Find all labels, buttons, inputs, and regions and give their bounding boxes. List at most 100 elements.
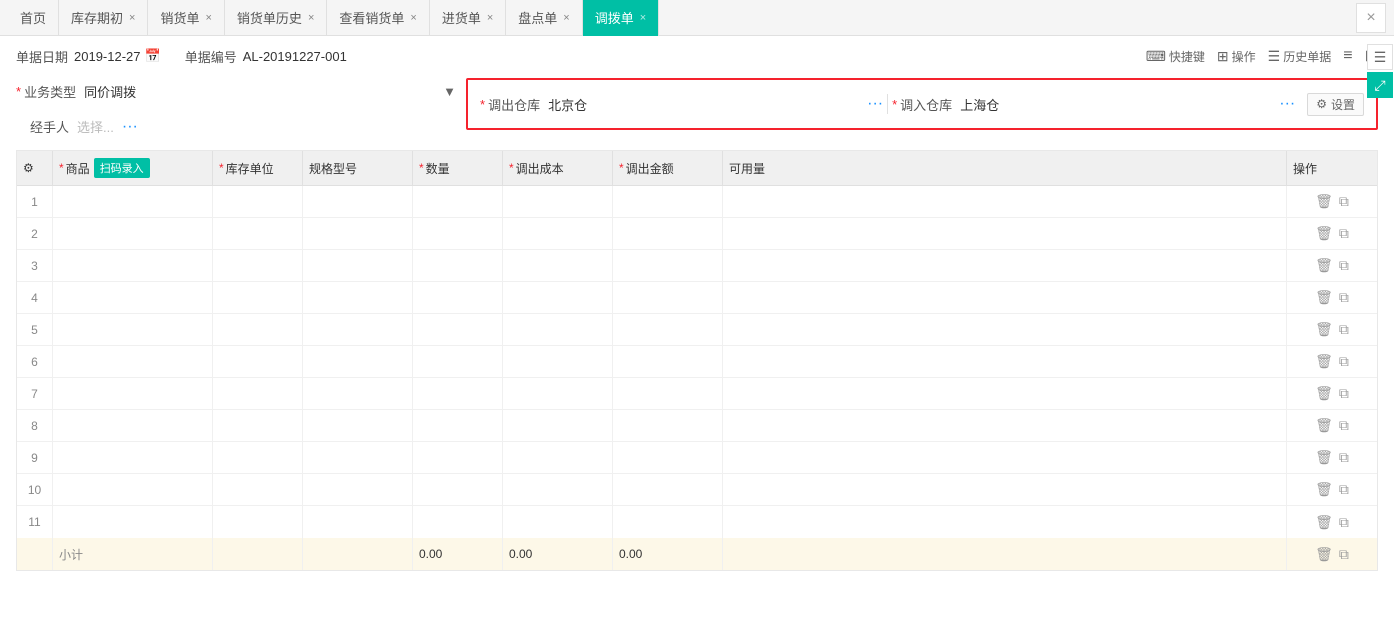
row-cost[interactable] — [503, 186, 613, 217]
person-select[interactable]: 选择... — [77, 117, 114, 136]
row-unit[interactable] — [213, 378, 303, 409]
layout1-action[interactable]: ≡ — [1343, 47, 1352, 65]
row-product[interactable] — [53, 410, 213, 441]
row-product[interactable] — [53, 346, 213, 377]
sidebar-list-icon[interactable]: ☰ — [1367, 44, 1393, 70]
close-icon[interactable]: × — [487, 12, 493, 24]
tab-inventory-init[interactable]: 库存期初 × — [59, 0, 148, 36]
row-unit[interactable] — [213, 250, 303, 281]
row-unit[interactable] — [213, 346, 303, 377]
row-available[interactable] — [723, 506, 1287, 538]
row-available[interactable] — [723, 410, 1287, 441]
row-amount[interactable] — [613, 442, 723, 473]
row-amount[interactable] — [613, 410, 723, 441]
row-product[interactable] — [53, 186, 213, 217]
delete-icon[interactable]: 🗑 — [1315, 449, 1333, 466]
copy-icon[interactable]: ⧉ — [1339, 321, 1349, 338]
row-amount[interactable] — [613, 218, 723, 249]
scan-button[interactable]: 扫码录入 — [94, 158, 150, 178]
row-spec[interactable] — [303, 218, 413, 249]
row-available[interactable] — [723, 314, 1287, 345]
copy-icon[interactable]: ⧉ — [1339, 481, 1349, 498]
row-cost[interactable] — [503, 314, 613, 345]
row-cost[interactable] — [503, 410, 613, 441]
history-action[interactable]: ☰ 历史单据 — [1268, 48, 1332, 65]
row-cost[interactable] — [503, 506, 613, 538]
row-qty[interactable] — [413, 250, 503, 281]
th-gear[interactable]: ⚙ — [17, 151, 53, 185]
row-qty[interactable] — [413, 314, 503, 345]
copy-icon[interactable]: ⧉ — [1339, 514, 1349, 531]
row-available[interactable] — [723, 186, 1287, 217]
operation-action[interactable]: ⊞ 操作 — [1217, 48, 1256, 65]
row-qty[interactable] — [413, 442, 503, 473]
copy-icon[interactable]: ⧉ — [1339, 449, 1349, 466]
row-amount[interactable] — [613, 282, 723, 313]
sidebar-expand-icon[interactable]: ⤢ — [1367, 72, 1393, 98]
row-unit[interactable] — [213, 410, 303, 441]
delete-icon[interactable]: 🗑 — [1315, 514, 1333, 531]
delete-icon[interactable]: 🗑 — [1315, 546, 1333, 563]
row-qty[interactable] — [413, 506, 503, 538]
row-amount[interactable] — [613, 506, 723, 538]
row-spec[interactable] — [303, 314, 413, 345]
copy-icon[interactable]: ⧉ — [1339, 257, 1349, 274]
row-available[interactable] — [723, 282, 1287, 313]
copy-icon[interactable]: ⧉ — [1339, 417, 1349, 434]
delete-icon[interactable]: 🗑 — [1315, 289, 1333, 306]
row-cost[interactable] — [503, 218, 613, 249]
row-spec[interactable] — [303, 410, 413, 441]
row-available[interactable] — [723, 346, 1287, 377]
row-unit[interactable] — [213, 314, 303, 345]
close-icon-active[interactable]: × — [640, 12, 646, 24]
row-unit[interactable] — [213, 282, 303, 313]
tab-view-sales[interactable]: 查看销货单 × — [327, 0, 429, 36]
tab-sales-history[interactable]: 销货单历史 × — [225, 0, 327, 36]
row-spec[interactable] — [303, 506, 413, 538]
row-unit[interactable] — [213, 506, 303, 538]
row-amount[interactable] — [613, 186, 723, 217]
row-cost[interactable] — [503, 378, 613, 409]
delete-icon[interactable]: 🗑 — [1315, 225, 1333, 242]
close-icon[interactable]: × — [129, 12, 135, 24]
copy-icon[interactable]: ⧉ — [1339, 385, 1349, 402]
copy-icon[interactable]: ⧉ — [1339, 353, 1349, 370]
delete-icon[interactable]: 🗑 — [1315, 353, 1333, 370]
row-available[interactable] — [723, 378, 1287, 409]
row-available[interactable] — [723, 250, 1287, 281]
row-unit[interactable] — [213, 186, 303, 217]
copy-icon[interactable]: ⧉ — [1339, 289, 1349, 306]
close-icon[interactable]: × — [563, 12, 569, 24]
window-close-button[interactable]: × — [1356, 3, 1386, 33]
row-cost[interactable] — [503, 282, 613, 313]
delete-icon[interactable]: 🗑 — [1315, 481, 1333, 498]
close-icon[interactable]: × — [308, 12, 314, 24]
tab-purchase-order[interactable]: 进货单 × — [430, 0, 506, 36]
delete-icon[interactable]: 🗑 — [1315, 193, 1333, 210]
dropdown-icon[interactable]: ▼ — [443, 84, 456, 99]
row-product[interactable] — [53, 218, 213, 249]
row-product[interactable] — [53, 442, 213, 473]
close-icon[interactable]: × — [410, 12, 416, 24]
row-product[interactable] — [53, 250, 213, 281]
row-unit[interactable] — [213, 442, 303, 473]
row-spec[interactable] — [303, 474, 413, 505]
row-cost[interactable] — [503, 442, 613, 473]
calendar-icon[interactable]: 📅 — [145, 48, 161, 64]
row-qty[interactable] — [413, 218, 503, 249]
row-amount[interactable] — [613, 250, 723, 281]
row-product[interactable] — [53, 314, 213, 345]
row-qty[interactable] — [413, 346, 503, 377]
row-spec[interactable] — [303, 346, 413, 377]
copy-icon[interactable]: ⧉ — [1339, 193, 1349, 210]
row-spec[interactable] — [303, 250, 413, 281]
delete-icon[interactable]: 🗑 — [1315, 417, 1333, 434]
row-product[interactable] — [53, 282, 213, 313]
row-unit[interactable] — [213, 474, 303, 505]
warehouse-out-more-icon[interactable]: ··· — [867, 95, 883, 113]
delete-icon[interactable]: 🗑 — [1315, 257, 1333, 274]
row-available[interactable] — [723, 442, 1287, 473]
row-product[interactable] — [53, 506, 213, 538]
row-amount[interactable] — [613, 314, 723, 345]
close-icon[interactable]: × — [205, 12, 211, 24]
